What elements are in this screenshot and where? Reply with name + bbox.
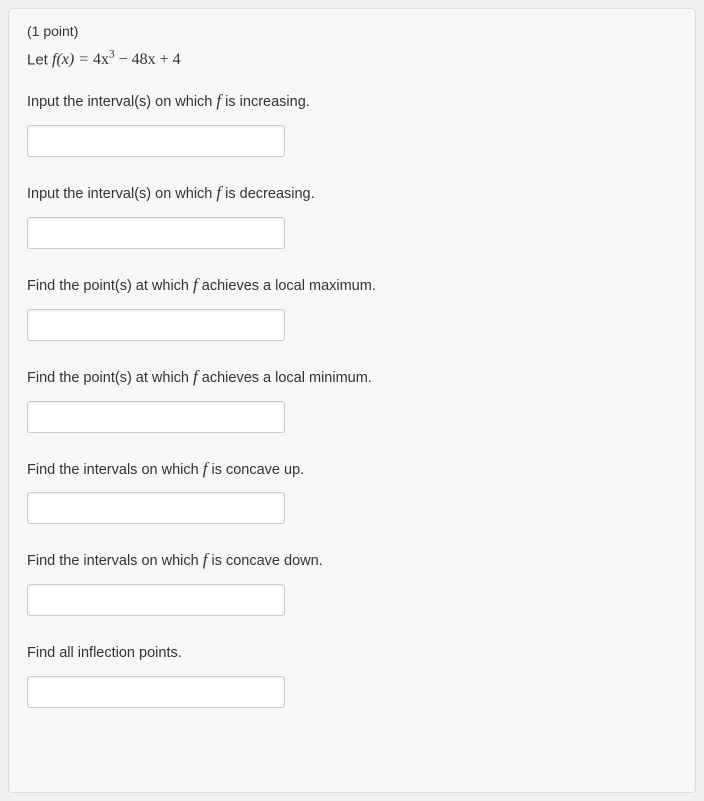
answer-input-decreasing[interactable] (27, 217, 285, 249)
eq-rhs-a: 4x (93, 51, 109, 68)
input-row-concave-up (27, 492, 677, 524)
answer-input-local-min[interactable] (27, 401, 285, 433)
answer-input-increasing[interactable] (27, 125, 285, 157)
prompt-decreasing: Input the interval(s) on which f is decr… (27, 181, 677, 205)
prompt-local-min: Find the point(s) at which f achieves a … (27, 365, 677, 389)
prompt-local-max: Find the point(s) at which f achieves a … (27, 273, 677, 297)
prompt-concave-down: Find the intervals on which f is concave… (27, 548, 677, 572)
answer-input-concave-down[interactable] (27, 584, 285, 616)
answer-input-local-max[interactable] (27, 309, 285, 341)
input-row-decreasing (27, 217, 677, 249)
input-row-inflection (27, 676, 677, 708)
points-label: (1 point) (27, 23, 677, 39)
prompt-concave-up: Find the intervals on which f is concave… (27, 457, 677, 481)
question-container: (1 point) Let f(x) = 4x3 − 48x + 4 Input… (8, 8, 696, 793)
let-text: Let (27, 51, 52, 68)
input-row-local-min (27, 401, 677, 433)
function-definition: Let f(x) = 4x3 − 48x + 4 (27, 49, 677, 69)
input-row-local-max (27, 309, 677, 341)
input-row-increasing (27, 125, 677, 157)
prompt-inflection: Find all inflection points. (27, 640, 677, 664)
eq-lhs: f(x) = (52, 51, 93, 68)
answer-input-concave-up[interactable] (27, 492, 285, 524)
eq-rhs-b: − 48x + 4 (115, 51, 181, 68)
input-row-concave-down (27, 584, 677, 616)
answer-input-inflection[interactable] (27, 676, 285, 708)
prompt-increasing: Input the interval(s) on which f is incr… (27, 89, 677, 113)
